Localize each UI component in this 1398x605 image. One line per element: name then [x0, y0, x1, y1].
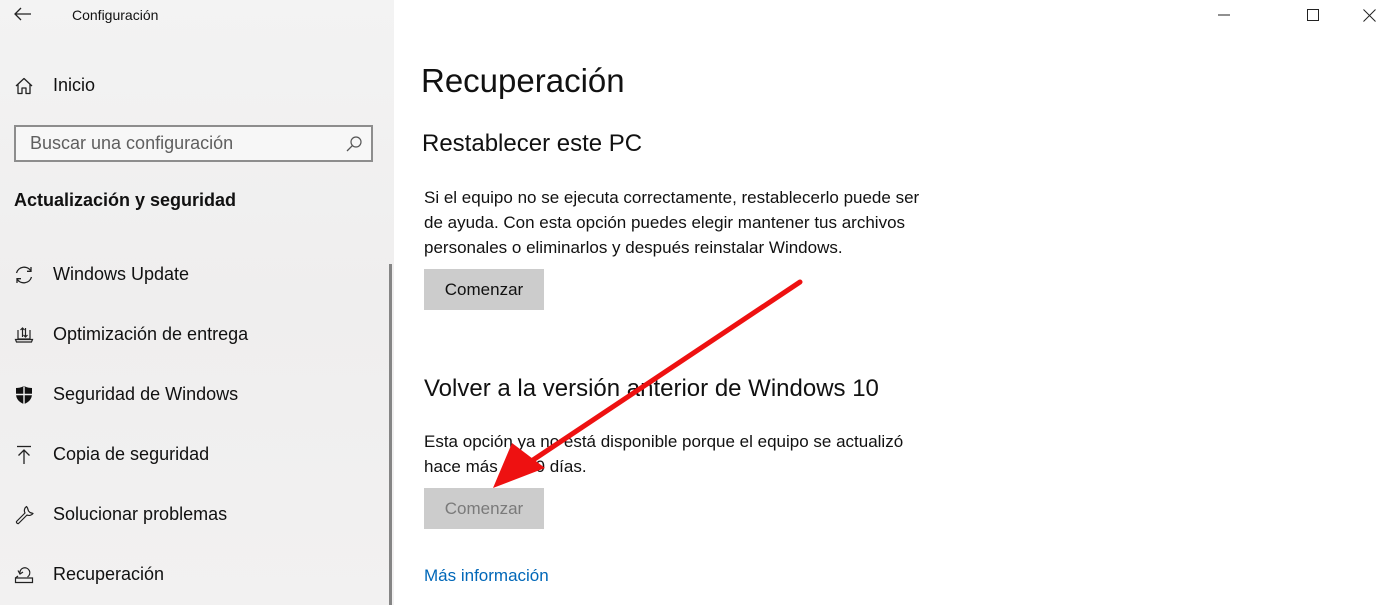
sidebar-item-label: Windows Update	[53, 264, 190, 284]
sidebar-item-label: Copia de seguridad	[53, 444, 210, 464]
reset-pc-start-button[interactable]: Comenzar	[424, 269, 544, 310]
reset-pc-heading: Restablecer este PC	[422, 130, 643, 157]
app-title: Configuración	[72, 7, 159, 23]
rollback-start-button: Comenzar	[424, 488, 544, 529]
search-icon[interactable]	[345, 135, 363, 153]
minimize-button[interactable]	[1201, 0, 1247, 30]
delivery-optimization-icon	[12, 323, 36, 347]
sidebar-item-label: Seguridad de Windows	[53, 384, 239, 404]
shield-icon	[12, 383, 36, 407]
rollback-description: Esta opción ya no está disponible porque…	[424, 432, 904, 476]
back-button[interactable]	[10, 3, 36, 25]
sidebar-item-label: Recuperación	[53, 564, 165, 584]
close-icon	[1362, 8, 1376, 22]
minimize-icon	[1218, 14, 1230, 16]
arrow-left-icon	[14, 7, 31, 21]
page-title: Recuperación	[421, 62, 625, 99]
backup-upload-icon	[12, 443, 36, 467]
reset-pc-description: Si el equipo no se ejecuta correctamente…	[424, 188, 920, 257]
sidebar: Configuración Inicio Actualización y seg…	[0, 0, 394, 605]
sidebar-item-windows-update[interactable]: Windows Update	[0, 255, 385, 295]
sidebar-item-label: Inicio	[53, 75, 96, 95]
sync-icon	[12, 263, 36, 287]
search-input[interactable]	[16, 127, 371, 160]
wrench-icon	[12, 503, 36, 527]
sidebar-item-label: Optimización de entrega	[53, 324, 249, 344]
settings-window: Configuración Inicio Actualización y seg…	[0, 0, 1398, 605]
rollback-heading: Volver a la versión anterior de Windows …	[424, 375, 879, 402]
sidebar-item-delivery-optimization[interactable]: Optimización de entrega	[0, 315, 385, 355]
sidebar-item-backup[interactable]: Copia de seguridad	[0, 435, 385, 475]
close-button[interactable]	[1346, 0, 1392, 30]
maximize-button[interactable]	[1290, 0, 1336, 30]
sidebar-item-recovery[interactable]: Recuperación	[0, 555, 385, 595]
recovery-icon	[12, 563, 36, 587]
sidebar-item-troubleshoot[interactable]: Solucionar problemas	[0, 495, 385, 535]
search-box	[14, 125, 373, 162]
main-content: Recuperación Restablecer este PC Si el e…	[394, 0, 1398, 605]
section-title: Actualización y seguridad	[14, 190, 237, 210]
sidebar-scrollbar[interactable]	[389, 264, 392, 605]
home-icon	[12, 74, 36, 98]
sidebar-item-windows-security[interactable]: Seguridad de Windows	[0, 375, 385, 415]
sidebar-item-home[interactable]: Inicio	[0, 68, 394, 104]
maximize-icon	[1307, 9, 1319, 21]
sidebar-item-label: Solucionar problemas	[53, 504, 228, 524]
more-info-link[interactable]: Más información	[424, 566, 549, 586]
